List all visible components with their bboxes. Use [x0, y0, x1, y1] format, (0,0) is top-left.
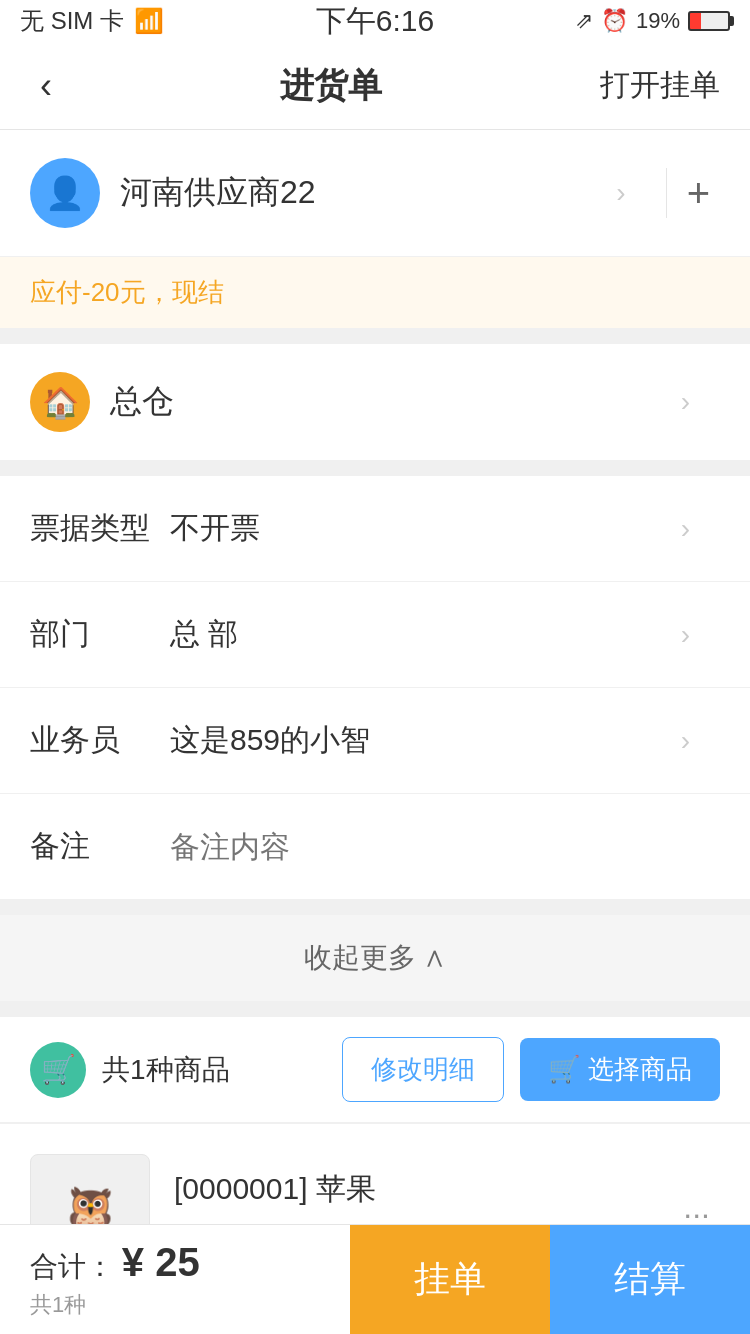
remark-label: 备注	[30, 826, 170, 867]
status-time: 下午6:16	[316, 1, 434, 42]
total-row: 合计： ¥ 25	[30, 1240, 320, 1286]
collapse-bar[interactable]: 收起更多 ∧	[0, 915, 750, 1001]
select-product-button[interactable]: 🛒 选择商品	[520, 1038, 720, 1101]
warehouse-chevron-icon: ›	[681, 386, 690, 418]
avatar-icon: 👤	[45, 174, 85, 212]
remark-input[interactable]	[170, 830, 720, 864]
status-bar: 无 SIM 卡 📶 下午6:16 ⇗ ⏰ 19%	[0, 0, 750, 42]
add-supplier-button[interactable]: +	[677, 171, 720, 216]
department-row[interactable]: 部门 总 部 ›	[0, 582, 750, 688]
status-right: ⇗ ⏰ 19%	[575, 8, 730, 34]
product-title: 苹果	[316, 1172, 376, 1205]
invoice-type-label: 票据类型	[30, 508, 170, 549]
supplier-avatar: 👤	[30, 158, 100, 228]
supplier-name: 河南供应商22	[120, 171, 616, 215]
invoice-chevron-icon: ›	[681, 513, 690, 545]
department-chevron-icon: ›	[681, 619, 690, 651]
supplier-alert: 应付-20元，现结	[0, 257, 750, 328]
battery-icon	[688, 11, 730, 31]
cart-icon: 🛒	[41, 1053, 76, 1086]
suspend-button[interactable]: 挂单	[350, 1225, 550, 1335]
salesperson-row[interactable]: 业务员 这是859的小智 ›	[0, 688, 750, 794]
main-content: 👤 河南供应商22 › + 应付-20元，现结 🏠 总仓 › 票据类型 不开票 …	[0, 130, 750, 1334]
nav-bar: ‹ 进货单 打开挂单	[0, 42, 750, 130]
salesperson-value: 这是859的小智	[170, 720, 681, 761]
warehouse-icon: 🏠	[30, 372, 90, 432]
form-card: 票据类型 不开票 › 部门 总 部 › 业务员 这是859的小智 › 备注	[0, 476, 750, 899]
product-count-text: 共1种商品	[102, 1051, 342, 1089]
back-button[interactable]: ‹	[30, 55, 62, 117]
edit-details-button[interactable]: 修改明细	[342, 1037, 504, 1102]
warehouse-row[interactable]: 🏠 总仓 ›	[0, 344, 750, 460]
products-header: 🛒 共1种商品 修改明细 🛒 选择商品	[0, 1017, 750, 1123]
salesperson-chevron-icon: ›	[681, 725, 690, 757]
invoice-type-value: 不开票	[170, 508, 681, 549]
open-pending-button[interactable]: 打开挂单	[600, 65, 720, 106]
department-label: 部门	[30, 614, 170, 655]
product-count-icon: 🛒	[30, 1042, 86, 1098]
vertical-divider	[666, 168, 667, 218]
bottom-bar: 合计： ¥ 25 共1种 挂单 结算	[0, 1224, 750, 1334]
supplier-chevron-icon: ›	[616, 177, 625, 209]
total-amount: ¥ 25	[122, 1240, 200, 1284]
department-value: 总 部	[170, 614, 681, 655]
carrier-text: 无 SIM 卡	[20, 5, 124, 37]
invoice-type-row[interactable]: 票据类型 不开票 ›	[0, 476, 750, 582]
location-icon: ⇗	[575, 8, 593, 34]
bottom-total: 合计： ¥ 25 共1种	[0, 1240, 350, 1320]
warehouse-card[interactable]: 🏠 总仓 ›	[0, 344, 750, 460]
product-code: [0000001]	[174, 1172, 307, 1205]
select-product-label: 选择商品	[588, 1052, 692, 1087]
product-name: [0000001] 苹果	[174, 1169, 673, 1210]
remark-row: 备注	[0, 794, 750, 899]
supplier-card: 👤 河南供应商22 › + 应付-20元，现结	[0, 130, 750, 328]
salesperson-label: 业务员	[30, 720, 170, 761]
wifi-icon: 📶	[134, 7, 164, 35]
total-count: 共1种	[30, 1290, 320, 1320]
page-title: 进货单	[280, 63, 382, 109]
supplier-row[interactable]: 👤 河南供应商22 › +	[0, 130, 750, 257]
checkout-button[interactable]: 结算	[550, 1225, 750, 1335]
select-product-icon: 🛒	[548, 1054, 580, 1085]
warehouse-name: 总仓	[110, 380, 681, 424]
battery-percent: 19%	[636, 8, 680, 34]
status-left: 无 SIM 卡 📶	[20, 5, 164, 37]
alarm-icon: ⏰	[601, 8, 628, 34]
total-label: 合计：	[30, 1251, 114, 1282]
